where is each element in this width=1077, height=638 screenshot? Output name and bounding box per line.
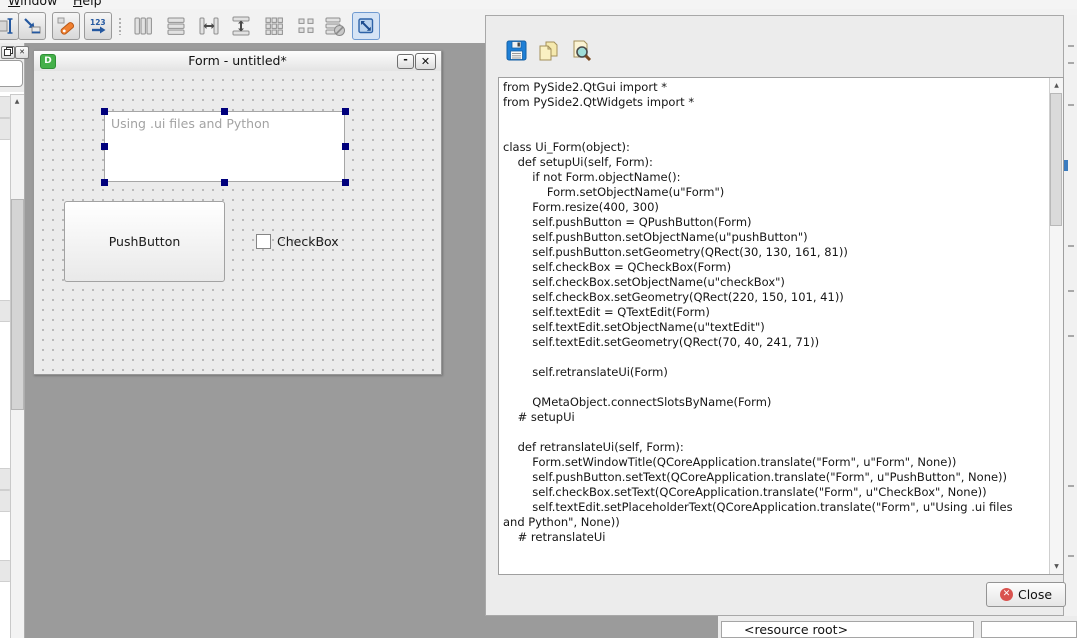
h-splitter-glyph [198,15,220,37]
edit-buddies-icon[interactable] [52,12,80,40]
edit-widgets-glyph [0,17,14,35]
checkbox-indicator[interactable] [256,234,271,249]
widget-box-header: ✕ [0,43,24,92]
selection-handle-se[interactable] [342,179,349,186]
code-text: from PySide2.QtGui import * from PySide2… [503,80,1047,572]
checkbox-label: CheckBox [277,234,339,249]
menu-window[interactable]: Window [8,0,57,8]
edit-tab-order-icon[interactable]: 123 [84,12,112,40]
form-close-button[interactable]: ✕ [415,53,436,70]
right-dock-sliver [1064,15,1077,616]
selection-handle-w[interactable] [101,143,108,150]
selection-handle-e[interactable] [342,143,349,150]
form-minimize-button[interactable]: - [397,54,414,69]
float-glyph-back [4,49,11,56]
qt-designer-screen: Window Help [0,0,1077,638]
buddy-tag-glyph [57,17,75,35]
scrollbar-thumb[interactable] [1050,93,1062,226]
save-icon[interactable] [503,37,529,63]
form-window: D Form - untitled* - ✕ Using .ui files a… [33,50,442,375]
pushbutton-widget[interactable]: PushButton [64,201,225,282]
widget-filter-input[interactable] [0,60,23,87]
break-layout-icon[interactable] [322,13,348,38]
copy-pages-glyph [537,39,560,62]
selection-handle-s[interactable] [221,179,228,186]
selection-handle-ne[interactable] [342,108,349,115]
break-layout-glyph [324,15,346,37]
edit-signals-slots-icon[interactable] [18,12,46,40]
dock-row-tick [1068,104,1074,106]
dock-row-tick [1068,290,1074,292]
layout-form-icon[interactable] [293,13,319,38]
pushbutton-label: PushButton [109,234,181,249]
selection-handle-n[interactable] [221,108,228,115]
menu-help[interactable]: Help [73,0,102,8]
form-window-titlebar[interactable]: D Form - untitled* - ✕ [34,51,441,72]
close-x-icon: ✕ [1000,588,1013,601]
horizontal-bars-glyph [165,15,187,37]
layout-vertically-icon[interactable] [163,13,189,38]
layout-grid-icon[interactable] [261,13,287,38]
dock-row-tick [1068,45,1074,47]
find-icon[interactable] [568,37,594,63]
scroll-up-icon[interactable]: ▲ [1050,79,1063,92]
resource-root-label: <resource root> [744,622,848,637]
layout-horizontal-splitter-icon[interactable] [196,13,222,38]
close-button-label: Close [1018,587,1052,602]
dock-row-tick [1068,335,1074,337]
form-window-title: Form - untitled* [34,53,441,68]
adjust-size-icon[interactable] [352,12,380,40]
dock-float-icon[interactable] [1,46,15,59]
layout-horizontally-icon[interactable] [130,13,156,38]
textedit-widget[interactable]: Using .ui files and Python [104,111,345,182]
scroll-up-icon[interactable]: ▲ [11,95,23,108]
dock-row-tick [1068,245,1074,247]
copy-icon[interactable] [535,37,561,63]
resource-preview-pane[interactable] [981,621,1077,638]
code-view[interactable]: from PySide2.QtGui import * from PySide2… [498,77,1064,575]
close-button[interactable]: ✕ Close [986,582,1066,607]
layout-vertical-splitter-icon[interactable] [228,13,254,38]
svg-text:123: 123 [90,18,106,27]
vertical-bars-glyph [132,15,154,37]
scroll-down-icon[interactable]: ▼ [1050,560,1063,573]
checkbox-widget[interactable]: CheckBox [254,221,355,262]
dock-close-icon[interactable]: ✕ [15,46,29,59]
dock-row-tick [1068,62,1074,64]
textedit-placeholder: Using .ui files and Python [111,116,270,131]
resource-root-item[interactable]: <resource root> [721,621,974,638]
floppy-glyph [505,39,528,62]
dock-row-tick [1068,485,1074,487]
grid-glyph [263,15,285,37]
form-canvas[interactable]: Using .ui files and Python PushButton Ch… [34,71,441,374]
adjust-size-glyph [357,17,375,35]
form-layout-glyph [295,15,317,37]
scrollbar-thumb[interactable] [11,199,24,410]
edit-widgets-icon[interactable] [0,12,19,40]
widget-box-dock: ✕ ▲ [0,43,25,638]
selection-handle-nw[interactable] [101,108,108,115]
menu-bar: Window Help [0,0,1077,9]
v-splitter-glyph [230,15,252,37]
signal-slot-glyph [23,17,41,35]
dock-selected-row-tick [1064,160,1068,171]
dock-row-tick [1068,555,1074,557]
code-vertical-scrollbar[interactable]: ▲ ▼ [1049,78,1063,574]
selection-handle-sw[interactable] [101,179,108,186]
widget-box-scrollbar[interactable]: ▲ [10,94,24,638]
view-code-dialog: from PySide2.QtGui import * from PySide2… [485,15,1064,616]
find-magnifier-glyph [570,39,593,62]
toolbar-separator [119,17,121,35]
tab-order-glyph: 123 [89,17,107,35]
